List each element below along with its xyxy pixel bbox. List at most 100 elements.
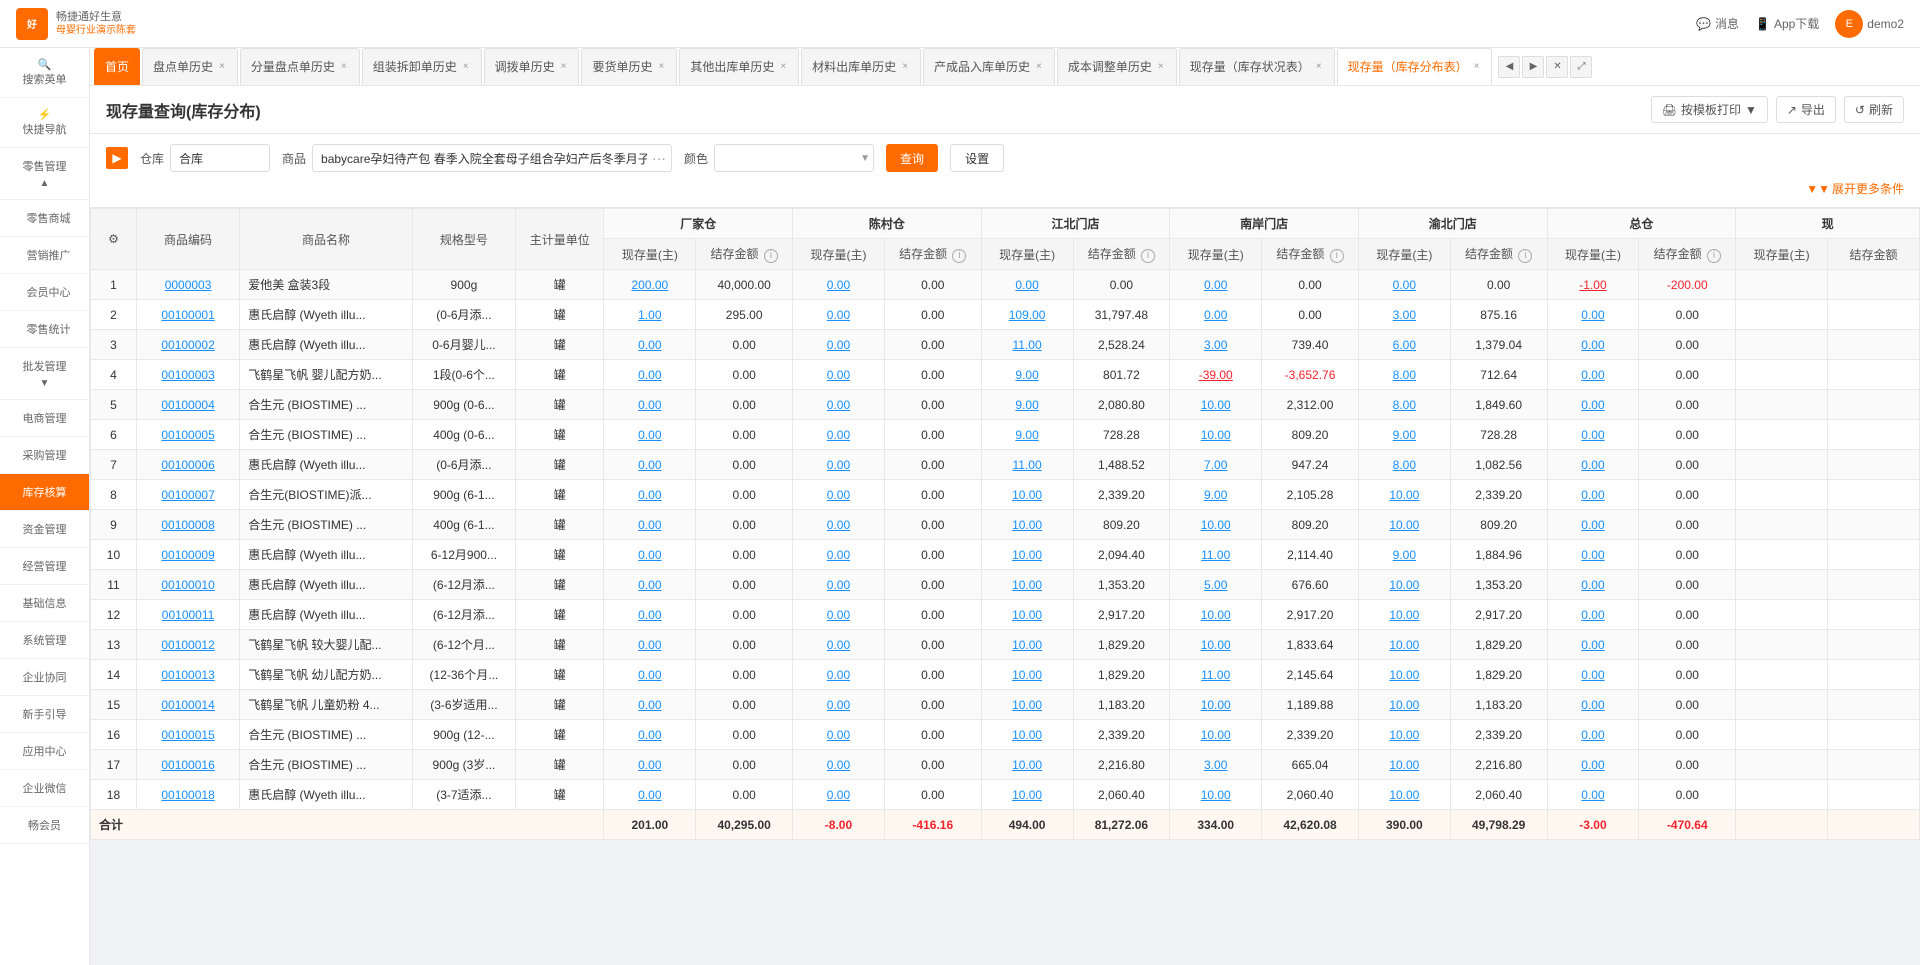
tab-prev-btn[interactable]: ◀ (1498, 56, 1520, 78)
th-factory-stock: 现存量(主) (604, 239, 696, 270)
search-area: ▶ 仓库 商品 ··· 颜色 (90, 134, 1920, 208)
query-btn[interactable]: 查询 (886, 144, 938, 172)
table-row: 2 00100001 惠氏启醇 (Wyeth illu... (0-6月添...… (91, 300, 1920, 330)
sidebar-item-members[interactable]: 畅会员 (0, 807, 89, 844)
product-group: 商品 ··· (282, 144, 672, 172)
th-nanan-balance: 结存金额 i (1262, 239, 1359, 270)
warehouse-field-container (170, 144, 270, 172)
logo-area: 好 畅捷通好生意 母婴行业演示陈套 (16, 8, 136, 40)
sidebar-item-quick-nav[interactable]: ⚡ 快捷导航 (0, 98, 89, 148)
settings-btn[interactable]: 设置 (950, 144, 1004, 172)
jiangbei-balance-info-icon[interactable]: i (1141, 249, 1155, 263)
table-container: ⚙ 商品编码 商品名称 规格型号 主计量单位 厂家仓 陈村仓 江北门店 南岸门店… (90, 208, 1920, 965)
th-nanan: 南岸门店 (1170, 209, 1359, 239)
sidebar-item-collab[interactable]: 企业协同 (0, 659, 89, 696)
logo-text: 畅捷通好生意 母婴行业演示陈套 (56, 10, 136, 37)
th-product-name: 商品名称 (240, 209, 413, 270)
color-input[interactable] (714, 144, 874, 172)
sidebar-item-operations[interactable]: 经营管理 (0, 548, 89, 585)
app-download-btn[interactable]: 📱 App下载 (1755, 15, 1819, 32)
top-bar: 好 畅捷通好生意 母婴行业演示陈套 💬 消息 📱 App下载 E demo2 (0, 0, 1920, 48)
tab-close-inventory-check[interactable]: × (217, 61, 227, 72)
page-area: 现存量查询(库存分布) 🖨 按模板打印 ▼ ↗ 导出 ↺ 刷新 (90, 86, 1920, 965)
table-row: 6 00100005 合生元 (BIOSTIME) ... 400g (0-6.… (91, 420, 1920, 450)
tab-next-btn[interactable]: ▶ (1522, 56, 1544, 78)
tab-close-other-out[interactable]: × (778, 61, 788, 72)
tab-close-stock-status[interactable]: × (1314, 61, 1324, 72)
product-dots-icon[interactable]: ··· (652, 150, 666, 166)
export-icon: ↗ (1787, 103, 1797, 117)
refresh-icon: ↺ (1855, 103, 1865, 117)
chevron-down-icon2: ▼ (40, 378, 50, 389)
expand-more-btn[interactable]: ▼▼ 展开更多条件 (1806, 180, 1904, 197)
total-balance-info-icon[interactable]: i (1707, 249, 1721, 263)
tab-cost-adjust[interactable]: 成本调整单历史 × (1057, 48, 1177, 86)
tab-finished-in[interactable]: 产成品入库单历史 × (923, 48, 1055, 86)
th-extra-stock: 现存量(主) (1736, 239, 1828, 270)
tab-other-out[interactable]: 其他出库单历史 × (679, 48, 799, 86)
tab-close-all-btn[interactable]: ✕ (1546, 56, 1568, 78)
color-dropdown-icon[interactable]: ▼ (860, 153, 870, 164)
sidebar-item-member-center[interactable]: 会员中心 (0, 274, 89, 311)
tab-close-order[interactable]: × (656, 61, 666, 72)
tab-close-assembly[interactable]: × (461, 61, 471, 72)
message-icon: 💬 (1696, 17, 1711, 31)
factory-balance-info-icon[interactable]: i (764, 249, 778, 263)
refresh-btn[interactable]: ↺ 刷新 (1844, 96, 1904, 123)
sidebar-item-corp-wechat[interactable]: 企业微信 (0, 770, 89, 807)
tab-close-transfer[interactable]: × (559, 61, 569, 72)
sidebar-item-retail-store[interactable]: 零售商城 (0, 200, 89, 237)
yuebei-balance-info-icon[interactable]: i (1518, 249, 1532, 263)
sidebar-item-marketing[interactable]: 营销推广 (0, 237, 89, 274)
sidebar-item-system[interactable]: 系统管理 (0, 622, 89, 659)
tab-close-finished-in[interactable]: × (1034, 61, 1044, 72)
print-btn[interactable]: 🖨 按模板打印 ▼ (1651, 96, 1768, 123)
tab-home[interactable]: 首页 (94, 48, 140, 86)
th-total-balance: 结存金额 i (1639, 239, 1736, 270)
tab-transfer[interactable]: 调拨单历史 × (484, 48, 580, 86)
sidebar-item-inventory[interactable]: 库存核算 (0, 474, 89, 511)
messages-btn[interactable]: 💬 消息 (1696, 15, 1739, 32)
th-jiangbei-stock: 现存量(主) (981, 239, 1073, 270)
tab-expand-btn[interactable]: ⤢ (1570, 56, 1592, 78)
product-input[interactable] (312, 144, 672, 172)
sidebar-item-basic-info[interactable]: 基础信息 (0, 585, 89, 622)
tab-inventory-check[interactable]: 盘点单历史 × (142, 48, 238, 86)
export-btn[interactable]: ↗ 导出 (1776, 96, 1836, 123)
avatar: E (1835, 10, 1863, 38)
sidebar-item-retail-stats[interactable]: 零售统计 (0, 311, 89, 348)
sidebar-item-finance[interactable]: 资金管理 (0, 511, 89, 548)
th-total-stock: 现存量(主) (1547, 239, 1639, 270)
nanan-balance-info-icon[interactable]: i (1330, 249, 1344, 263)
tab-stock-status[interactable]: 现存量（库存状况表） × (1179, 48, 1335, 86)
sidebar-item-ecommerce[interactable]: 电商管理 (0, 400, 89, 437)
warehouse-input[interactable] (170, 144, 270, 172)
expand-toggle-btn[interactable]: ▶ (106, 147, 128, 169)
tab-order[interactable]: 要货单历史 × (581, 48, 677, 86)
tab-inventory-dist[interactable]: 分量盘点单历史 × (240, 48, 360, 86)
search-row: ▶ 仓库 商品 ··· 颜色 (106, 144, 1904, 172)
th-chenfu-stock: 现存量(主) (793, 239, 885, 270)
page-header: 现存量查询(库存分布) 🖨 按模板打印 ▼ ↗ 导出 ↺ 刷新 (90, 86, 1920, 134)
tab-assembly[interactable]: 组装拆卸单历史 × (362, 48, 482, 86)
tab-close-material-out[interactable]: × (900, 61, 910, 72)
chenfu-balance-info-icon[interactable]: i (952, 249, 966, 263)
user-menu[interactable]: E demo2 (1835, 10, 1904, 38)
gear-icon[interactable]: ⚙ (108, 232, 119, 246)
tab-close-inventory-dist[interactable]: × (339, 61, 349, 72)
sidebar-item-purchase[interactable]: 采购管理 (0, 437, 89, 474)
th-nanan-stock: 现存量(主) (1170, 239, 1262, 270)
expand-icon: ▼▼ (1806, 182, 1830, 196)
sidebar-item-retail-mgmt[interactable]: 零售管理 ▲ (0, 148, 89, 200)
tab-close-stock-dist[interactable]: × (1472, 61, 1482, 72)
sidebar-item-app-center[interactable]: 应用中心 (0, 733, 89, 770)
sidebar-item-wholesale[interactable]: 批发管理 ▼ (0, 348, 89, 400)
color-group: 颜色 ▼ (684, 144, 874, 172)
tab-stock-dist[interactable]: 现存量（库存分布表） × (1337, 48, 1493, 86)
sidebar-item-guide[interactable]: 新手引导 (0, 696, 89, 733)
tab-material-out[interactable]: 材料出库单历史 × (801, 48, 921, 86)
tab-close-cost-adjust[interactable]: × (1156, 61, 1166, 72)
sidebar-item-search-hero[interactable]: 🔍 搜索英单 (0, 48, 89, 98)
expand-more-row: ▼▼ 展开更多条件 (106, 180, 1904, 197)
table-row: 3 00100002 惠氏启醇 (Wyeth illu... 0-6月婴儿...… (91, 330, 1920, 360)
